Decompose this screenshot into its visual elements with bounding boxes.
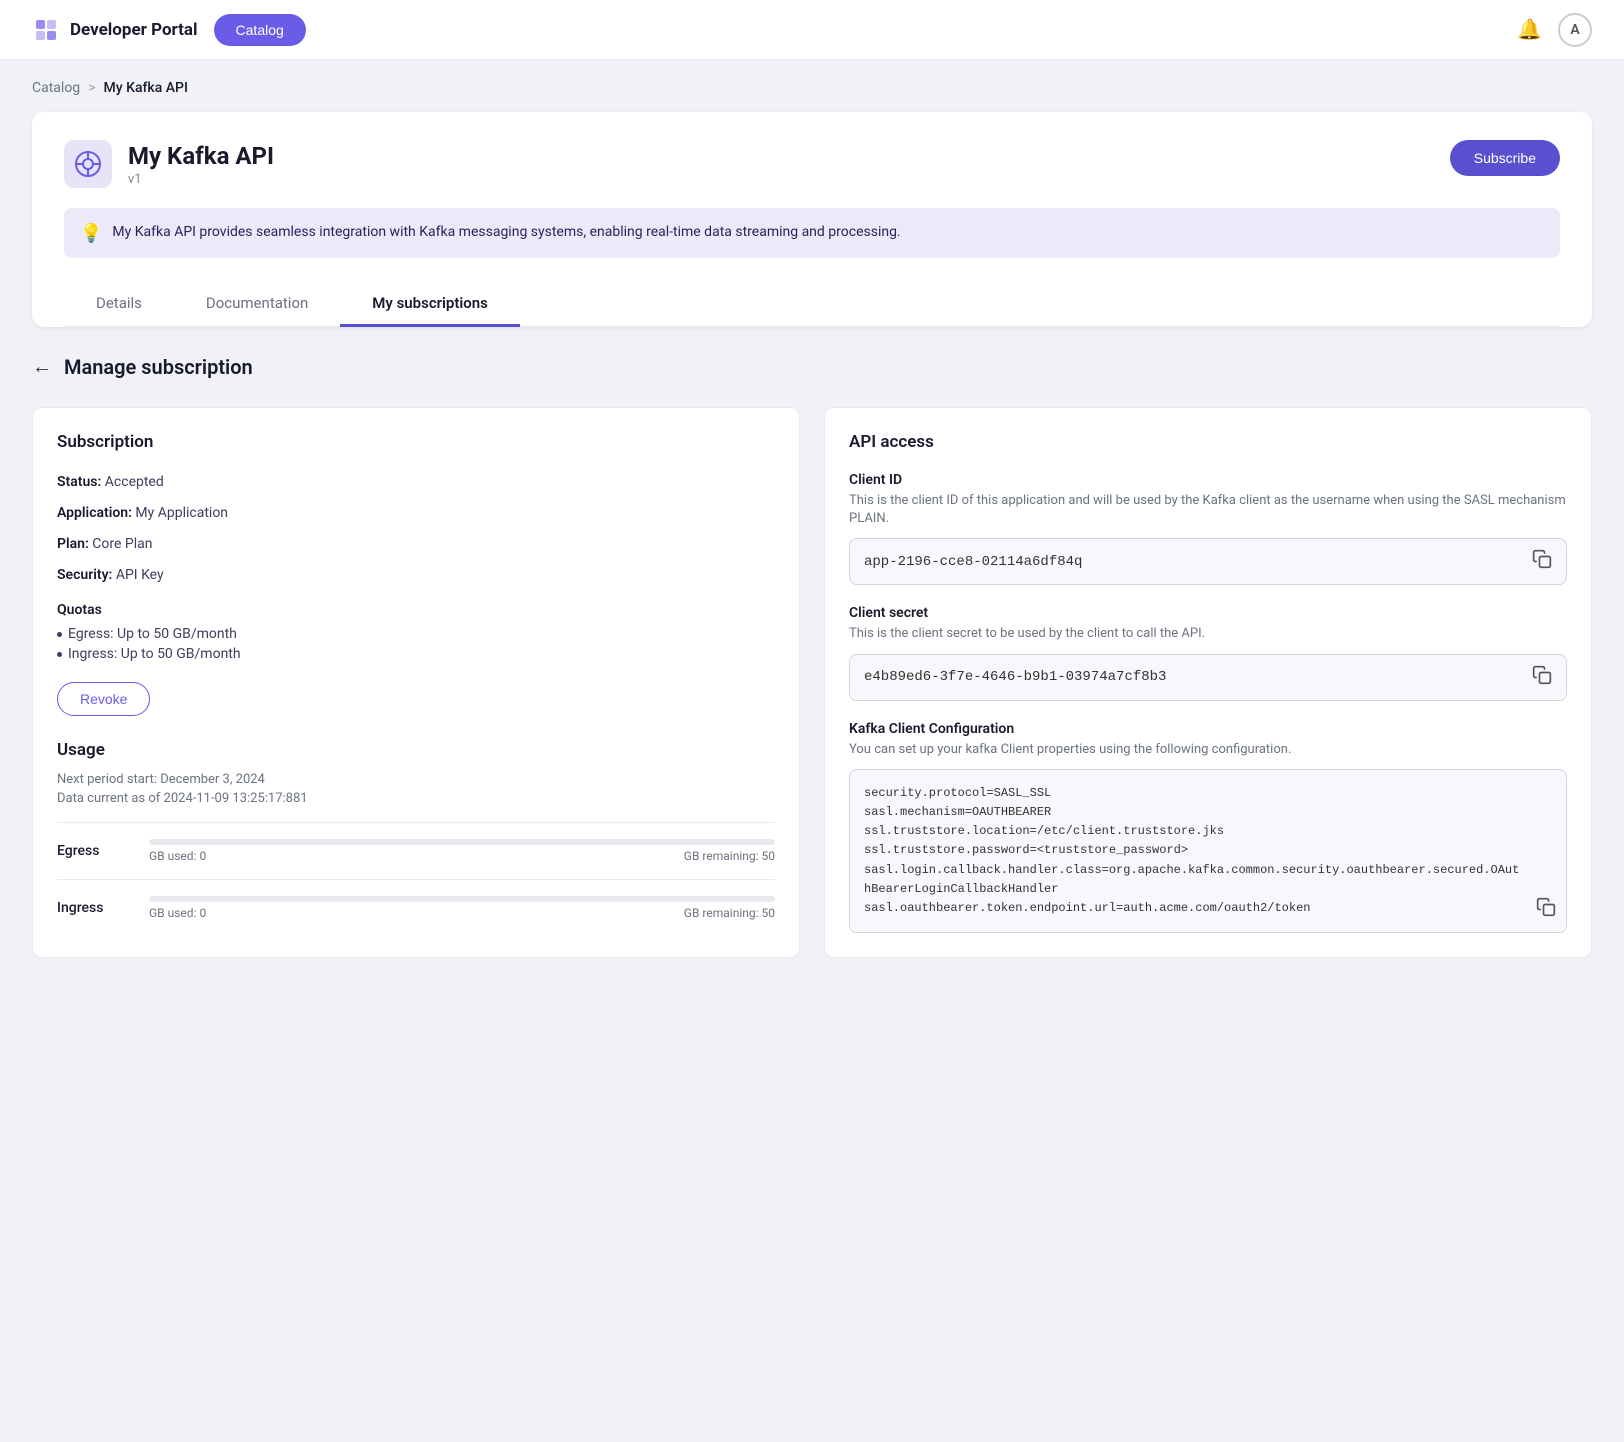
catalog-button[interactable]: Catalog	[214, 14, 306, 46]
ingress-used: GB used: 0	[149, 906, 206, 920]
kafka-config-label: Kafka Client Configuration	[849, 721, 1567, 737]
breadcrumb-catalog[interactable]: Catalog	[32, 80, 80, 96]
ingress-remaining: GB remaining: 50	[684, 906, 775, 920]
two-col-layout: Subscription Status: Accepted Applicatio…	[32, 407, 1592, 958]
client-id-copy-button[interactable]	[1524, 549, 1552, 574]
ingress-label: Ingress	[57, 900, 137, 916]
content-area: ← Manage subscription Subscription Statu…	[0, 327, 1624, 986]
client-secret-field: e4b89ed6-3f7e-4646-b9b1-03974a7cf8b3	[849, 654, 1567, 701]
egress-usage-row: Egress GB used: 0 GB remaining: 50	[57, 839, 775, 863]
ingress-bar-area: GB used: 0 GB remaining: 50	[149, 896, 775, 920]
security-row: Security: API Key	[57, 565, 775, 586]
logo-icon	[32, 16, 60, 44]
egress-used: GB used: 0	[149, 849, 206, 863]
status-row: Status: Accepted	[57, 472, 775, 493]
security-label: Security:	[57, 567, 112, 583]
usage-title: Usage	[57, 740, 775, 760]
application-label: Application:	[57, 505, 132, 521]
egress-bar-track	[149, 839, 775, 845]
tab-my-subscriptions[interactable]: My subscriptions	[340, 282, 520, 327]
kafka-config-desc: You can set up your kafka Client propert…	[849, 741, 1567, 759]
logo-area: Developer Portal	[32, 16, 198, 44]
quota-ingress-dot	[57, 652, 62, 657]
application-value: My Application	[135, 505, 228, 521]
api-version: v1	[128, 172, 274, 187]
application-row: Application: My Application	[57, 503, 775, 524]
plan-row: Plan: Core Plan	[57, 534, 775, 555]
header-right: 🔔 A	[1517, 13, 1592, 47]
ingress-stats: GB used: 0 GB remaining: 50	[149, 906, 775, 920]
egress-remaining: GB remaining: 50	[684, 849, 775, 863]
avatar[interactable]: A	[1558, 13, 1592, 47]
usage-divider	[57, 822, 775, 823]
back-button[interactable]: ←	[32, 356, 52, 379]
quotas-title: Quotas	[57, 602, 775, 618]
api-title: My Kafka API	[128, 142, 274, 170]
client-id-field: app-2196-cce8-02114a6df84q	[849, 538, 1567, 585]
plan-label: Plan:	[57, 536, 89, 552]
breadcrumb-current: My Kafka API	[104, 80, 188, 96]
api-icon	[64, 140, 112, 188]
security-value: API Key	[116, 567, 164, 583]
subscription-card-title: Subscription	[57, 432, 775, 452]
logo-text: Developer Portal	[70, 20, 198, 40]
client-secret-copy-button[interactable]	[1524, 665, 1552, 690]
back-arrow-icon: ←	[32, 356, 52, 379]
notifications-button[interactable]: 🔔	[1517, 17, 1542, 42]
header: Developer Portal Catalog 🔔 A	[0, 0, 1624, 60]
info-banner-text: My Kafka API provides seamless integrati…	[112, 222, 900, 243]
kafka-config-copy-button[interactable]	[1536, 897, 1556, 922]
manage-title: Manage subscription	[64, 355, 253, 379]
tabs: Details Documentation My subscriptions	[64, 282, 1560, 327]
breadcrumb-separator: >	[88, 80, 95, 96]
info-banner: 💡 My Kafka API provides seamless integra…	[64, 208, 1560, 258]
breadcrumb: Catalog > My Kafka API	[0, 60, 1624, 112]
client-id-value: app-2196-cce8-02114a6df84q	[864, 554, 1524, 570]
subscribe-button[interactable]: Subscribe	[1450, 140, 1560, 176]
quota-ingress: Ingress: Up to 50 GB/month	[57, 646, 775, 662]
tab-documentation[interactable]: Documentation	[174, 282, 340, 327]
header-left: Developer Portal Catalog	[32, 14, 306, 46]
client-secret-label: Client secret	[849, 605, 1567, 621]
subscription-card: Subscription Status: Accepted Applicatio…	[32, 407, 800, 958]
egress-stats: GB used: 0 GB remaining: 50	[149, 849, 775, 863]
status-label: Status:	[57, 474, 101, 490]
api-title-area: My Kafka API v1	[128, 142, 274, 187]
quota-egress-text: Egress: Up to 50 GB/month	[68, 626, 237, 642]
quota-ingress-text: Ingress: Up to 50 GB/month	[68, 646, 241, 662]
info-icon: 💡	[80, 223, 102, 244]
manage-header: ← Manage subscription	[32, 355, 1592, 379]
api-header: My Kafka API v1 Subscribe	[64, 140, 1560, 188]
ingress-usage-row: Ingress GB used: 0 GB remaining: 50	[57, 896, 775, 920]
api-access-card: API access Client ID This is the client …	[824, 407, 1592, 958]
egress-bar-area: GB used: 0 GB remaining: 50	[149, 839, 775, 863]
client-secret-desc: This is the client secret to be used by …	[849, 625, 1567, 643]
quotas-section: Quotas Egress: Up to 50 GB/month Ingress…	[57, 602, 775, 662]
plan-value: Core Plan	[92, 536, 152, 552]
quota-egress-dot	[57, 632, 62, 637]
api-header-left: My Kafka API v1	[64, 140, 274, 188]
tab-details[interactable]: Details	[64, 282, 174, 327]
usage-divider-2	[57, 879, 775, 880]
client-id-label: Client ID	[849, 472, 1567, 488]
quota-egress: Egress: Up to 50 GB/month	[57, 626, 775, 642]
next-period: Next period start: December 3, 2024	[57, 772, 775, 787]
main-card: My Kafka API v1 Subscribe 💡 My Kafka API…	[32, 112, 1592, 327]
egress-label: Egress	[57, 843, 137, 859]
data-current: Data current as of 2024-11-09 13:25:17:8…	[57, 791, 775, 806]
status-value: Accepted	[105, 474, 164, 490]
client-id-desc: This is the client ID of this applicatio…	[849, 492, 1567, 528]
kafka-config-box: security.protocol=SASL_SSL sasl.mechanis…	[849, 769, 1567, 933]
revoke-button[interactable]: Revoke	[57, 682, 150, 716]
client-secret-value: e4b89ed6-3f7e-4646-b9b1-03974a7cf8b3	[864, 669, 1524, 685]
api-access-title: API access	[849, 432, 1567, 452]
kafka-config-text: security.protocol=SASL_SSL sasl.mechanis…	[864, 784, 1552, 918]
ingress-bar-track	[149, 896, 775, 902]
